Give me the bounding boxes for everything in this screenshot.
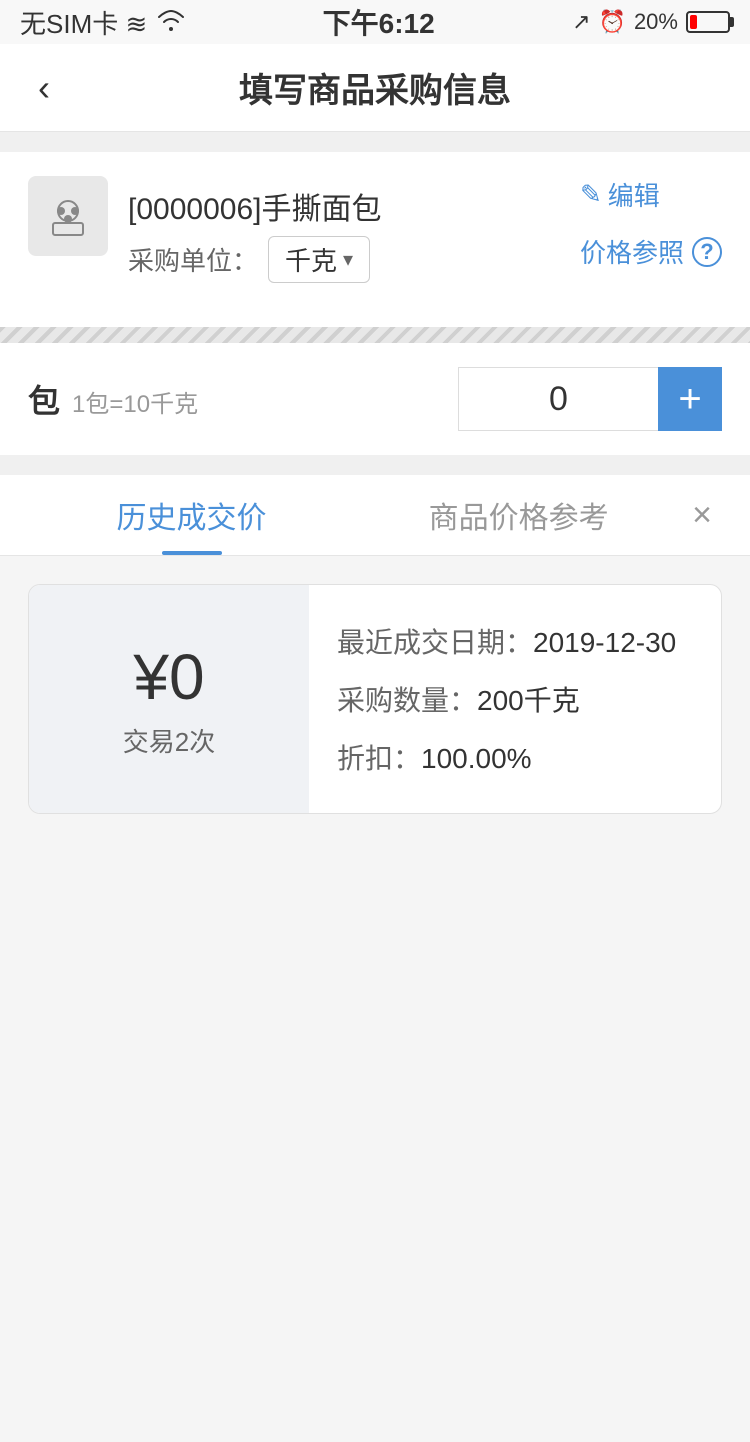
discount-row: 折扣：100.00% — [337, 737, 693, 777]
purchase-qty-row: 采购数量：200千克 — [337, 679, 693, 719]
carrier-text: 无SIM卡 ≋ — [20, 4, 147, 41]
price-card-left: ¥0 交易2次 — [29, 585, 309, 813]
price-value: 0 — [169, 641, 205, 713]
tab-history-label: 历史成交价 — [117, 493, 267, 537]
price-ref-button[interactable]: 价格参照 — [580, 233, 684, 270]
help-icon[interactable]: ? — [692, 237, 722, 267]
discount-label: 折扣： — [337, 743, 421, 774]
price-card-right: 最近成交日期：2019-12-30 采购数量：200千克 折扣：100.00% — [309, 585, 721, 813]
unit-value: 千克 — [285, 241, 337, 278]
plus-button[interactable]: + — [658, 367, 722, 431]
close-tab-button[interactable]: × — [682, 486, 722, 545]
discount-value: 100.00% — [421, 743, 532, 774]
battery-percent: 20% — [634, 9, 678, 35]
status-left: 无SIM卡 ≋ — [20, 4, 185, 41]
edit-icon: ✎ — [580, 179, 602, 210]
location-icon: ↗ — [572, 9, 590, 35]
tab-product-label: 商品价格参考 — [429, 493, 609, 537]
status-right: ↗ ⏰ 20% — [572, 9, 730, 35]
status-bar: 无SIM卡 ≋ 下午6:12 ↗ ⏰ 20% — [0, 0, 750, 44]
price-card: ¥0 交易2次 最近成交日期：2019-12-30 采购数量：200千克 折扣：… — [28, 584, 722, 814]
tabs-section: 历史成交价 商品价格参考 × ¥0 交易2次 最近成交日期：2019-12-30… — [0, 475, 750, 1442]
recent-date-label: 最近成交日期： — [337, 627, 533, 658]
tab-product-price[interactable]: 商品价格参考 — [355, 475, 682, 555]
edit-button[interactable]: ✎ 编辑 — [580, 176, 722, 213]
product-thumbnail — [28, 176, 108, 256]
content-area — [0, 842, 750, 1442]
page-title: 填写商品采购信息 — [239, 63, 511, 112]
stripe-divider — [0, 327, 750, 343]
quantity-label: 包 1包=10千克 — [28, 376, 198, 422]
purchase-qty-value: 200千克 — [477, 685, 580, 716]
battery-icon — [686, 11, 730, 33]
tab-history-price[interactable]: 历史成交价 — [28, 475, 355, 555]
currency-symbol: ¥ — [133, 641, 169, 713]
product-right-actions: ✎ 编辑 价格参照 ? — [580, 176, 722, 270]
price-amount: ¥0 — [133, 640, 204, 714]
tab-active-indicator — [162, 551, 222, 555]
alarm-icon: ⏰ — [599, 9, 626, 35]
product-name: [0000006]手撕面包 — [128, 184, 381, 228]
price-transactions: 交易2次 — [123, 722, 215, 759]
recent-date-value: 2019-12-30 — [533, 627, 676, 658]
edit-label: 编辑 — [608, 176, 660, 213]
product-card: [0000006]手撕面包 采购单位： 千克 ▾ ✎ 编辑 价格参照 ? — [0, 152, 750, 327]
qty-unit: 包 — [28, 376, 60, 422]
product-header: [0000006]手撕面包 采购单位： 千克 ▾ ✎ 编辑 价格参照 ? — [28, 176, 722, 283]
unit-label: 采购单位： — [128, 241, 258, 278]
status-time: 下午6:12 — [323, 2, 435, 42]
wifi-icon — [157, 7, 185, 38]
purchase-qty-label: 采购数量： — [337, 685, 477, 716]
back-button[interactable]: ‹ — [28, 57, 60, 119]
quantity-controls: + — [458, 367, 722, 431]
quantity-row: 包 1包=10千克 + — [0, 343, 750, 455]
nav-bar: ‹ 填写商品采购信息 — [0, 44, 750, 132]
chevron-down-icon: ▾ — [343, 247, 353, 272]
quantity-input[interactable] — [458, 367, 658, 431]
unit-select[interactable]: 千克 ▾ — [268, 236, 370, 283]
product-left: [0000006]手撕面包 采购单位： 千克 ▾ — [28, 176, 381, 283]
recent-date-row: 最近成交日期：2019-12-30 — [337, 621, 693, 661]
qty-conversion: 1包=10千克 — [72, 384, 198, 419]
product-info: [0000006]手撕面包 采购单位： 千克 ▾ — [128, 176, 381, 283]
product-unit-row: 采购单位： 千克 ▾ — [128, 236, 381, 283]
tabs-header: 历史成交价 商品价格参考 × — [0, 475, 750, 556]
